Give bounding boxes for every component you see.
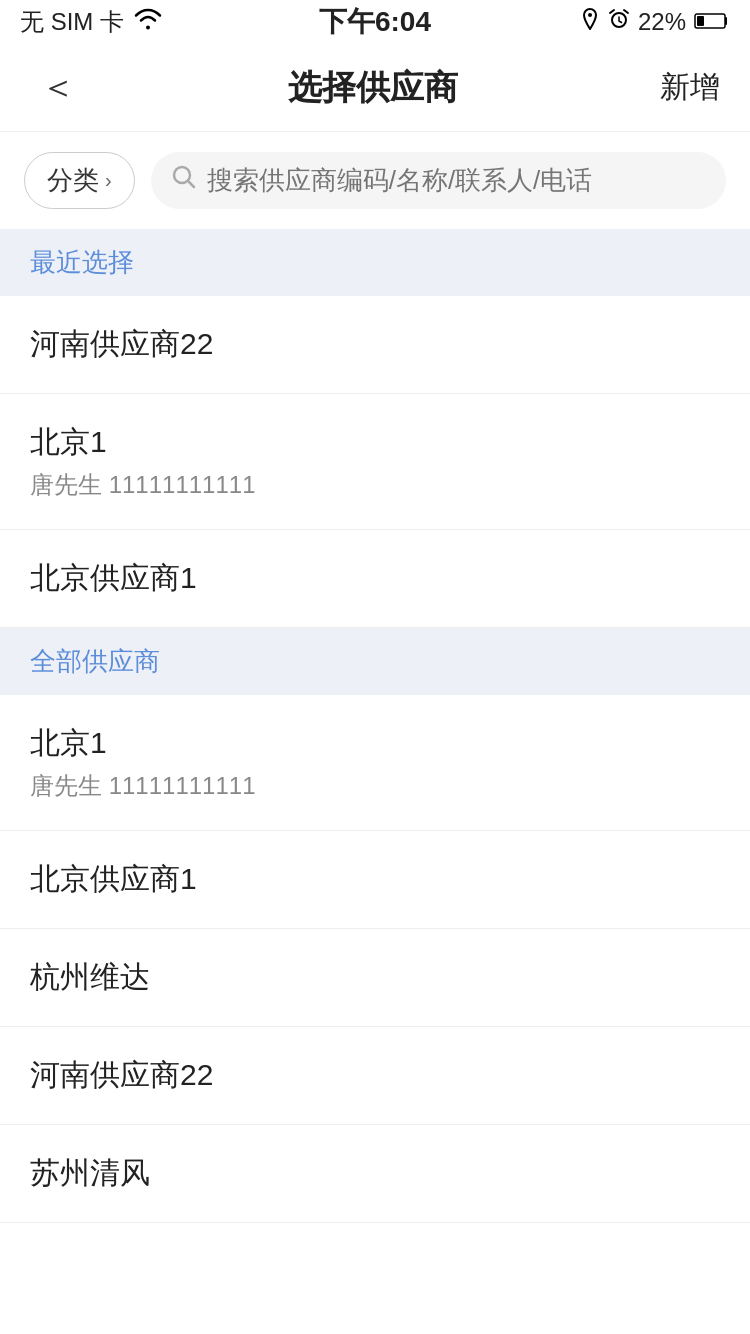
category-button[interactable]: 分类 › — [24, 152, 135, 209]
battery-icon — [694, 8, 730, 36]
nav-bar: ＜ 选择供应商 新增 — [0, 44, 750, 132]
item-name: 北京1 — [30, 422, 720, 463]
search-box — [151, 152, 726, 209]
item-name: 河南供应商22 — [30, 1055, 720, 1096]
item-name: 北京1 — [30, 723, 720, 764]
add-button[interactable]: 新增 — [660, 67, 720, 108]
all-list-item[interactable]: 北京1 唐先生 11111111111 — [0, 695, 750, 831]
item-name: 北京供应商1 — [30, 859, 720, 900]
filter-bar: 分类 › — [0, 132, 750, 229]
page-title: 选择供应商 — [288, 65, 458, 111]
status-right: 22% — [580, 8, 730, 36]
all-list: 北京1 唐先生 11111111111 北京供应商1 杭州维达河南供应商22 苏州清风 — [0, 695, 750, 1223]
chevron-right-icon: › — [105, 169, 112, 192]
all-section-header: 全部供应商 — [0, 628, 750, 695]
alarm-icon — [608, 8, 630, 36]
carrier-text: 无 SIM 卡 — [20, 6, 124, 38]
all-section-label: 全部供应商 — [30, 646, 160, 676]
recent-list: 河南供应商22 北京1 唐先生 11111111111 北京供应商1 — [0, 296, 750, 628]
category-label: 分类 — [47, 163, 99, 198]
svg-point-0 — [588, 13, 592, 17]
search-icon — [171, 164, 197, 197]
item-name: 杭州维达 — [30, 957, 720, 998]
item-name: 苏州清风 — [30, 1153, 720, 1194]
recent-list-item[interactable]: 北京1 唐先生 11111111111 — [0, 394, 750, 530]
all-list-item[interactable]: 杭州维达 — [0, 929, 750, 1027]
status-left: 无 SIM 卡 — [20, 6, 162, 38]
wifi-icon — [134, 8, 162, 36]
all-list-item[interactable]: 北京供应商1 — [0, 831, 750, 929]
item-sub: 唐先生 11111111111 — [30, 469, 720, 501]
all-list-item[interactable]: 河南供应商22 — [0, 1027, 750, 1125]
svg-rect-3 — [697, 16, 704, 26]
status-bar: 无 SIM 卡 下午6:04 22% — [0, 0, 750, 44]
recent-section-label: 最近选择 — [30, 247, 134, 277]
all-list-item[interactable]: 苏州清风 — [0, 1125, 750, 1223]
location-icon — [580, 8, 600, 36]
item-sub: 唐先生 11111111111 — [30, 770, 720, 802]
back-button[interactable]: ＜ — [30, 53, 86, 122]
item-name: 北京供应商1 — [30, 558, 720, 599]
battery-text: 22% — [638, 8, 686, 36]
recent-list-item[interactable]: 北京供应商1 — [0, 530, 750, 628]
recent-list-item[interactable]: 河南供应商22 — [0, 296, 750, 394]
item-name: 河南供应商22 — [30, 324, 720, 365]
search-input[interactable] — [207, 165, 706, 196]
recent-section-header: 最近选择 — [0, 229, 750, 296]
time-display: 下午6:04 — [319, 3, 431, 41]
